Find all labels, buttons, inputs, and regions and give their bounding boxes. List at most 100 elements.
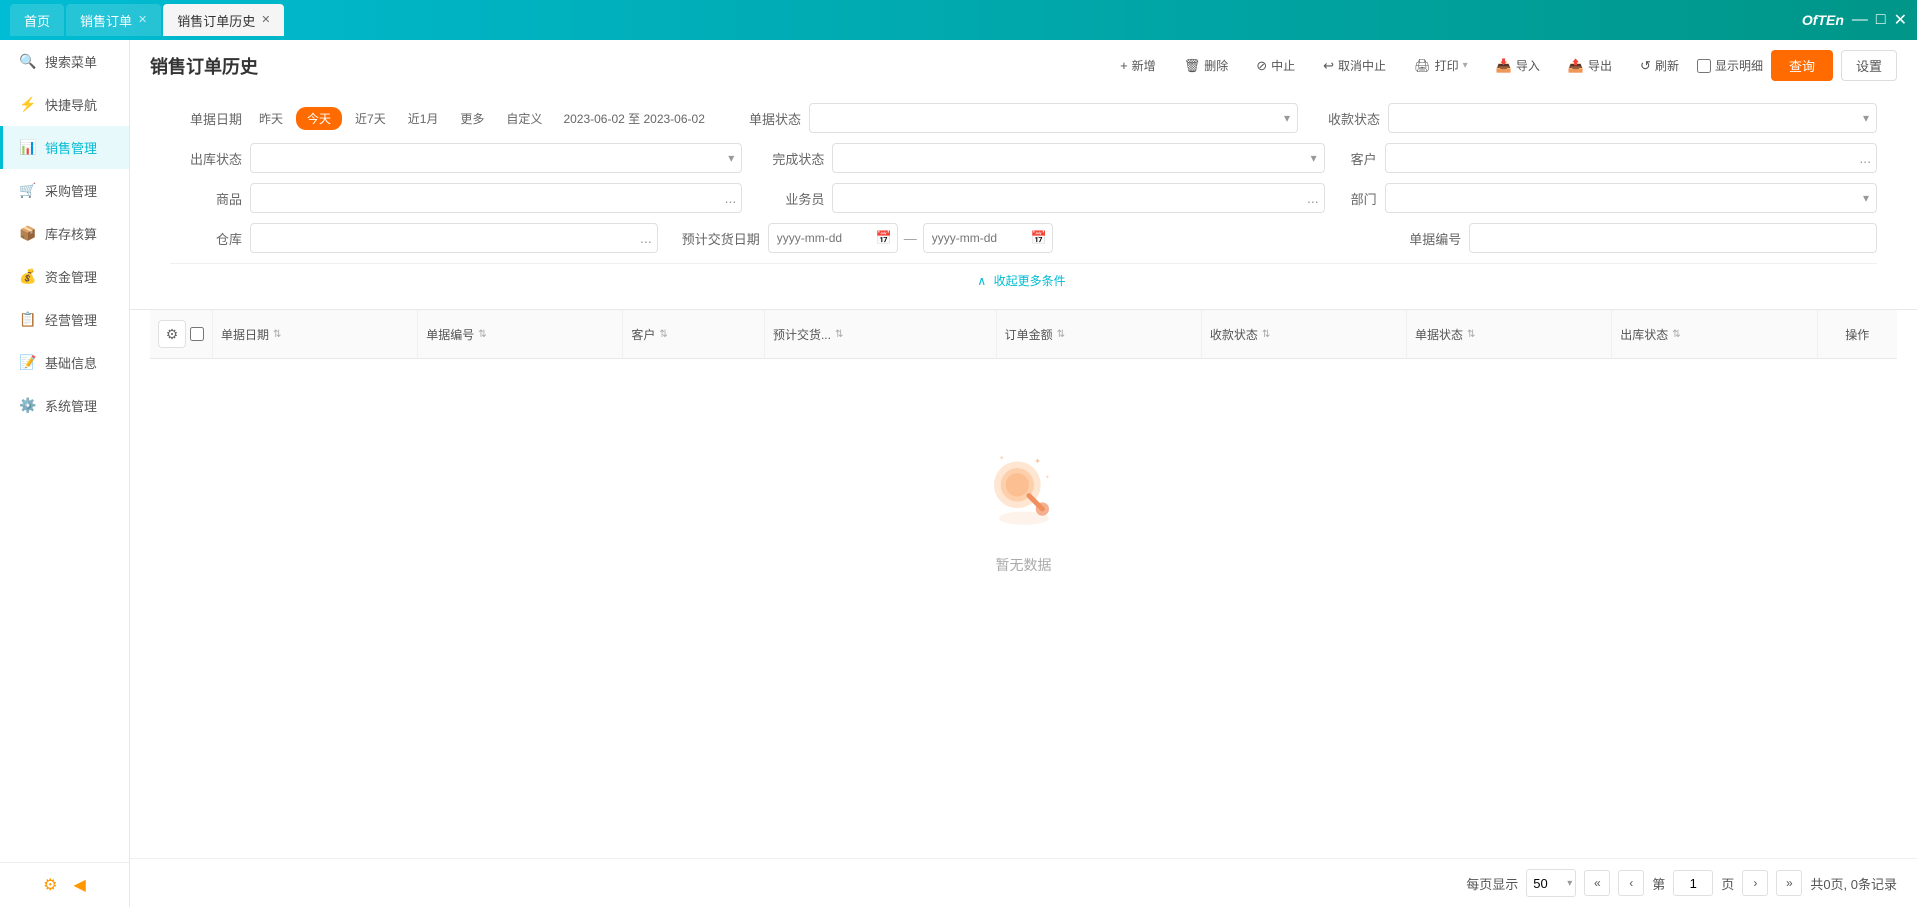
brand-text: OfTEn [1802, 12, 1844, 28]
expected-date-group: 📅 — 📅 [768, 223, 1380, 253]
setting-button[interactable]: 设置 [1841, 50, 1897, 81]
department-wrapper [1385, 183, 1877, 213]
sidebar-item-operation-mgmt[interactable]: 📋 经营管理 [0, 298, 129, 341]
refresh-button[interactable]: ↺ 刷新 [1630, 52, 1689, 79]
tab-home[interactable]: 首页 [10, 4, 64, 36]
th-customer-sort[interactable]: 客户 ⇅ [631, 326, 756, 343]
sidebar-item-quick-nav[interactable]: ⚡ 快捷导航 [0, 83, 129, 126]
next-page-btn[interactable]: › [1742, 870, 1768, 896]
first-page-btn[interactable]: « [1584, 870, 1610, 896]
show-detail-checkbox-wrapper[interactable]: 显示明细 [1697, 57, 1763, 74]
toolbar: + 新增 🗑 删除 ⊘ 中止 ↩ 取消中止 [1110, 50, 1897, 81]
show-detail-checkbox[interactable] [1697, 59, 1711, 73]
order-number-label: 单据编号 [1399, 229, 1469, 248]
page-number-input[interactable] [1673, 870, 1713, 896]
sidebar-collapse-icon[interactable]: ◀ [74, 875, 86, 895]
th-date: 单据日期 ⇅ [213, 310, 418, 359]
restore-btn[interactable]: □ [1876, 11, 1886, 29]
stop-button[interactable]: ⊘ 中止 [1246, 52, 1305, 79]
th-outstock-status-sort[interactable]: 出库状态 ⇅ [1620, 326, 1808, 343]
sidebar-item-search-menu-label: 搜索菜单 [45, 52, 97, 71]
query-button[interactable]: 查询 [1771, 50, 1833, 81]
th-order-status-sort-icon: ⇅ [1467, 329, 1475, 340]
th-expected-date-sort[interactable]: 预计交货... ⇅ [773, 326, 988, 343]
tab-sales-order-history-close[interactable]: ✕ [261, 15, 270, 26]
date-from-icon[interactable]: 📅 [876, 230, 892, 246]
total-info: 共0页, 0条记录 [1810, 874, 1897, 893]
tab-sales-order-history[interactable]: 销售订单历史 ✕ [163, 4, 284, 36]
sidebar-item-basic-info[interactable]: 📝 基础信息 [0, 341, 129, 384]
table-settings-btn[interactable]: ⚙ [158, 320, 186, 348]
date-from-wrapper: 📅 [768, 223, 898, 253]
order-status-select[interactable] [809, 103, 1298, 133]
date-range-separator: — [904, 231, 917, 246]
sidebar-settings-icon[interactable]: ⚙ [43, 875, 57, 895]
empty-state-icon: ✦ ✦ ✦ [974, 439, 1074, 539]
collapse-row[interactable]: ∧ 收起更多条件 [170, 263, 1877, 297]
product-dots-btn[interactable]: ... [725, 190, 737, 206]
window-close-btn[interactable]: ✕ [1894, 10, 1907, 30]
tab-sales-order[interactable]: 销售订单 ✕ [66, 4, 161, 36]
prev-page-btn[interactable]: ‹ [1618, 870, 1644, 896]
th-outstock-status-label: 出库状态 [1620, 326, 1668, 343]
warehouse-input[interactable] [250, 223, 658, 253]
sidebar-item-purchase-mgmt[interactable]: 🛒 采购管理 [0, 169, 129, 212]
receipt-status-select[interactable] [1388, 103, 1877, 133]
quick-nav-icon: ⚡ [19, 96, 37, 114]
department-select[interactable] [1385, 183, 1877, 213]
date-more-btn[interactable]: 更多 [451, 107, 493, 130]
minimize-btn[interactable]: — [1852, 11, 1868, 29]
tab-sales-order-label: 销售订单 [80, 11, 132, 30]
complete-status-select[interactable] [832, 143, 1324, 173]
delete-button[interactable]: 🗑 删除 [1174, 52, 1239, 79]
print-icon: 🖨 [1414, 58, 1431, 74]
date-last1month-btn[interactable]: 近1月 [399, 107, 448, 130]
th-order-status-sort[interactable]: 单据状态 ⇅ [1415, 326, 1603, 343]
import-button[interactable]: 📥 导入 [1486, 52, 1550, 79]
product-input[interactable] [250, 183, 742, 213]
order-number-input[interactable] [1469, 223, 1877, 253]
stop-label: 中止 [1271, 57, 1295, 74]
empty-state: ✦ ✦ ✦ 暂无数据 [150, 359, 1897, 655]
capital-mgmt-icon: 💰 [19, 268, 37, 286]
date-yesterday-btn[interactable]: 昨天 [250, 107, 292, 130]
print-button[interactable]: 🖨 打印 ▾ [1404, 52, 1478, 79]
th-order-amount-sort[interactable]: 订单金额 ⇅ [1005, 326, 1193, 343]
outstock-status-select[interactable] [250, 143, 742, 173]
date-last7days-btn[interactable]: 近7天 [346, 107, 395, 130]
sidebar: 🔍 搜索菜单 ⚡ 快捷导航 📊 销售管理 🛒 采购管理 📦 库存核算 💰 资金管… [0, 40, 130, 907]
last-page-btn[interactable]: » [1776, 870, 1802, 896]
th-outstock-status-sort-icon: ⇅ [1672, 329, 1680, 340]
date-today-btn[interactable]: 今天 [296, 107, 342, 130]
sidebar-item-capital-mgmt[interactable]: 💰 资金管理 [0, 255, 129, 298]
date-custom-btn[interactable]: 自定义 [497, 107, 551, 130]
sidebar-item-sales-mgmt[interactable]: 📊 销售管理 [0, 126, 129, 169]
th-customer: 客户 ⇅ [623, 310, 765, 359]
export-button[interactable]: 📤 导出 [1558, 52, 1622, 79]
date-to-icon[interactable]: 📅 [1031, 230, 1047, 246]
new-button[interactable]: + 新增 [1110, 52, 1166, 79]
select-all-checkbox[interactable] [190, 327, 204, 341]
tab-sales-order-close[interactable]: ✕ [138, 15, 147, 26]
sidebar-item-inventory-label: 库存核算 [45, 224, 97, 243]
print-dropdown-icon: ▾ [1463, 60, 1468, 71]
show-detail-label: 显示明细 [1715, 57, 1763, 74]
per-page-select[interactable]: 10 20 50 100 [1526, 869, 1576, 897]
sidebar-item-system-mgmt[interactable]: ⚙️ 系统管理 [0, 384, 129, 427]
sidebar-item-operation-mgmt-label: 经营管理 [45, 310, 97, 329]
filter-section: 单据日期 昨天 今天 近7天 近1月 更多 自定义 2023-06-02 至 2… [150, 91, 1897, 309]
salesperson-dots-btn[interactable]: ... [1307, 190, 1319, 206]
cancel-stop-button[interactable]: ↩ 取消中止 [1313, 52, 1396, 79]
svg-text:✦: ✦ [999, 454, 1005, 462]
th-number-sort[interactable]: 单据编号 ⇅ [426, 326, 614, 343]
th-receipt-status-sort-icon: ⇅ [1262, 329, 1270, 340]
th-receipt-status-sort[interactable]: 收款状态 ⇅ [1210, 326, 1398, 343]
filter-row-1: 单据日期 昨天 今天 近7天 近1月 更多 自定义 2023-06-02 至 2… [170, 103, 1877, 133]
warehouse-dots-btn[interactable]: ... [640, 230, 652, 246]
th-date-sort[interactable]: 单据日期 ⇅ [221, 326, 409, 343]
sidebar-item-search-menu[interactable]: 🔍 搜索菜单 [0, 40, 129, 83]
salesperson-input[interactable] [832, 183, 1324, 213]
customer-input[interactable] [1385, 143, 1877, 173]
customer-dots-btn[interactable]: ... [1859, 150, 1871, 166]
sidebar-item-inventory[interactable]: 📦 库存核算 [0, 212, 129, 255]
